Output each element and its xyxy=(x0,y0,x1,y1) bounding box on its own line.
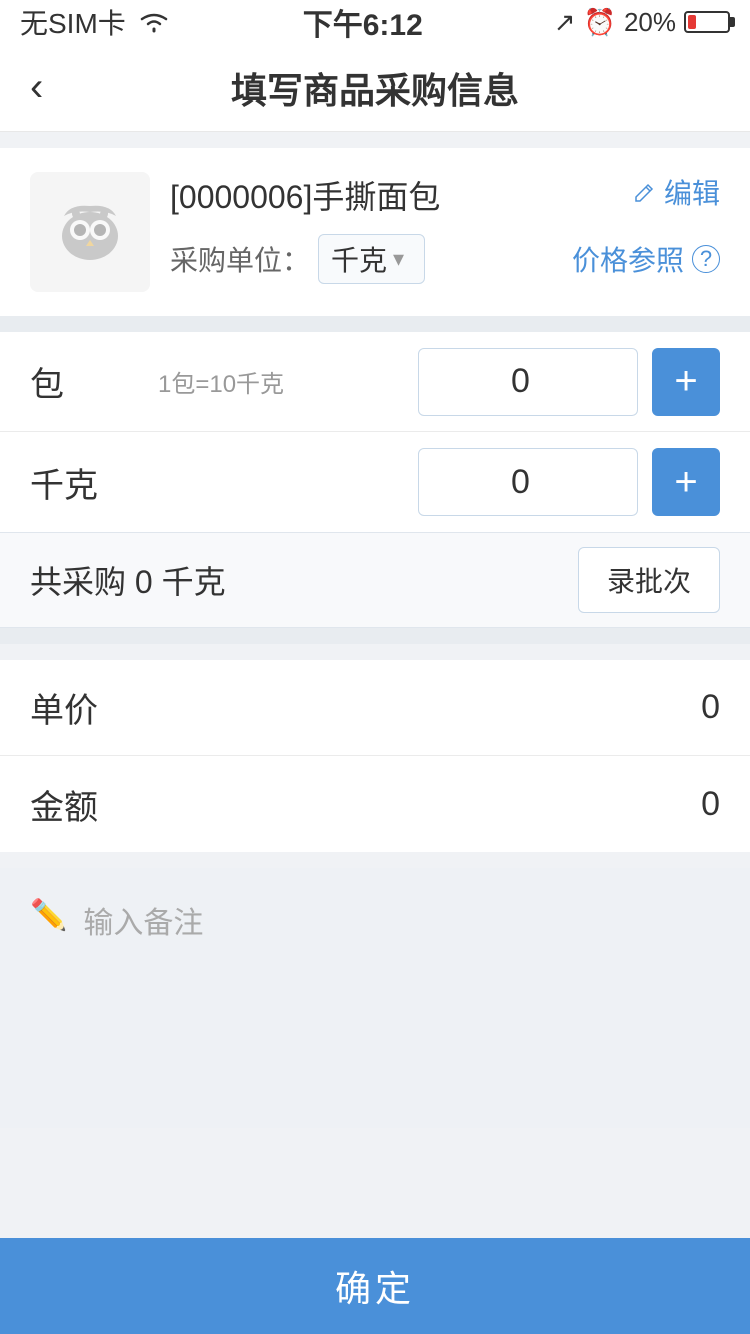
kg-plus-button[interactable]: + xyxy=(652,448,720,516)
total-text: 共采购 0 千克 xyxy=(30,557,578,603)
amount-label: 金额 xyxy=(30,780,701,829)
product-card: [0000006]手撕面包 编辑 采购单位： 千克 ▾ 价格参照 ? xyxy=(0,148,750,316)
note-icon: ✏️ xyxy=(30,898,67,933)
alarm-icon: ⏰ xyxy=(584,7,616,38)
total-row: 共采购 0 千克 录批次 xyxy=(0,532,750,628)
amount-value: 0 xyxy=(701,785,720,824)
product-info: [0000006]手撕面包 编辑 采购单位： 千克 ▾ 价格参照 ? xyxy=(170,172,720,284)
separator-2 xyxy=(0,628,750,644)
bag-label: 包 xyxy=(30,357,150,406)
product-name: [0000006]手撕面包 xyxy=(170,172,632,218)
status-left: 无SIM卡 xyxy=(20,2,172,42)
battery-pct: 20% xyxy=(624,7,676,38)
quantity-inputs: 包 1包=10千克 + 千克 + xyxy=(0,332,750,532)
unit-price-label: 单价 xyxy=(30,683,701,732)
bag-plus-button[interactable]: + xyxy=(652,348,720,416)
unit-price-value: 0 xyxy=(701,688,720,727)
page-title: 填写商品采购信息 xyxy=(231,62,519,114)
help-icon: ? xyxy=(692,245,720,273)
status-time: 下午6:12 xyxy=(303,0,423,44)
dropdown-icon: ▾ xyxy=(393,246,404,272)
status-bar: 无SIM卡 下午6:12 ↗ ⏰ 20% xyxy=(0,0,750,44)
kg-row: 千克 + xyxy=(0,432,750,532)
edit-button[interactable]: 编辑 xyxy=(632,172,720,212)
note-placeholder: 输入备注 xyxy=(83,898,203,942)
nav-bar: ‹ 填写商品采购信息 xyxy=(0,44,750,132)
kg-input[interactable] xyxy=(418,448,638,516)
unit-label: 采购单位： xyxy=(170,239,310,279)
kg-label: 千克 xyxy=(30,458,150,507)
bag-row: 包 1包=10千克 + xyxy=(0,332,750,432)
battery-icon xyxy=(684,11,730,33)
unit-price-row: 单价 0 xyxy=(0,660,750,756)
back-button[interactable]: ‹ xyxy=(30,65,90,110)
amount-row: 金额 0 xyxy=(0,756,750,852)
product-logo-icon xyxy=(50,192,130,272)
batch-button[interactable]: 录批次 xyxy=(578,547,720,613)
separator-1 xyxy=(0,316,750,332)
unit-select[interactable]: 千克 ▾ xyxy=(318,234,425,284)
edit-icon xyxy=(632,179,658,205)
pricing-section: 单价 0 金额 0 xyxy=(0,660,750,852)
price-ref-button[interactable]: 价格参照 ? xyxy=(572,239,720,279)
bag-input[interactable] xyxy=(418,348,638,416)
location-icon: ↗ xyxy=(554,7,576,38)
status-right: ↗ ⏰ 20% xyxy=(554,7,730,38)
product-thumbnail xyxy=(30,172,150,292)
carrier-label: 无SIM卡 xyxy=(20,2,126,42)
bag-sublabel: 1包=10千克 xyxy=(158,364,284,399)
wifi-icon xyxy=(136,9,172,35)
note-section[interactable]: ✏️ 输入备注 xyxy=(0,868,750,1128)
confirm-button[interactable]: 确定 xyxy=(0,1238,750,1334)
